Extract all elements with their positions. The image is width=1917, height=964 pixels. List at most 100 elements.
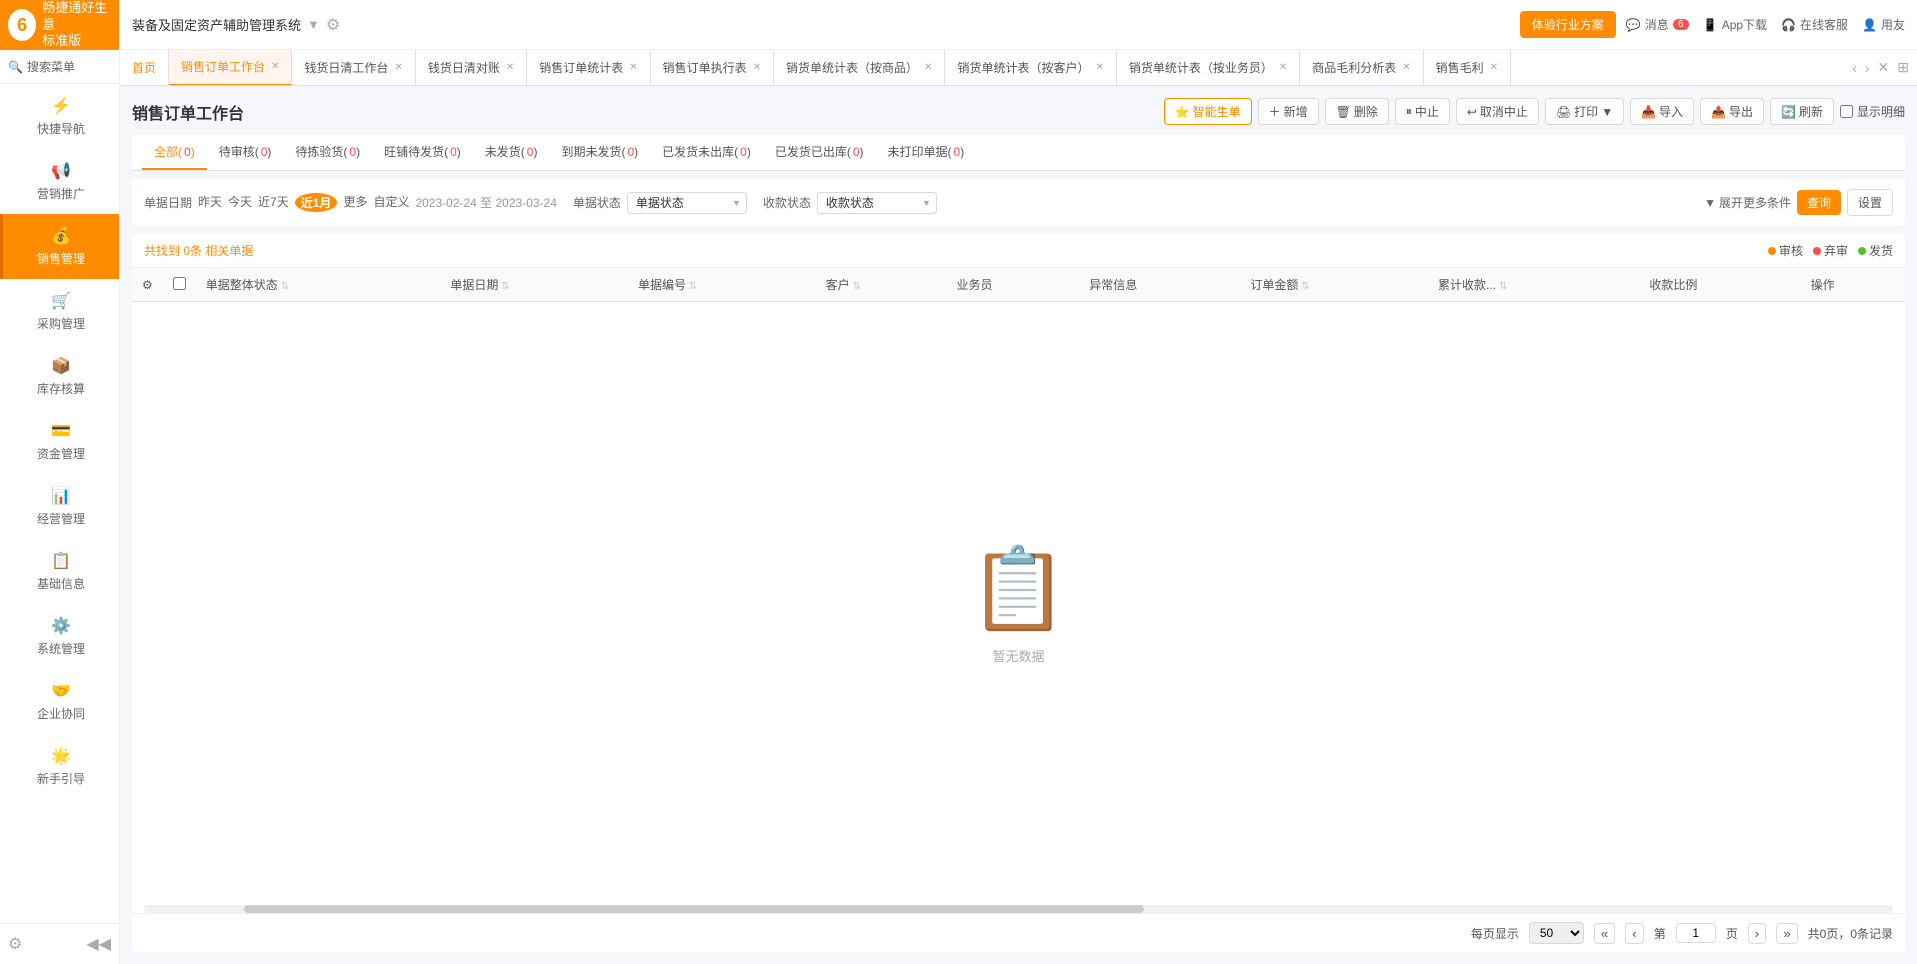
sidebar-item-sales[interactable]: 💰销售管理: [0, 214, 119, 279]
date-option-近7天[interactable]: 近7天: [258, 193, 289, 212]
cancel-pause-button[interactable]: ↩ 取消中止: [1456, 98, 1539, 125]
next-page-button[interactable]: ›: [1748, 923, 1766, 944]
tab-close-sales-workbench[interactable]: ✕: [271, 61, 279, 72]
sidebar-item-inventory[interactable]: 📦库存核算: [0, 344, 119, 409]
date-option-自定义[interactable]: 自定义: [373, 193, 409, 212]
gear-icon[interactable]: ⚙: [326, 15, 340, 35]
date-option-昨天[interactable]: 昨天: [198, 193, 222, 212]
sidebar-item-marketing[interactable]: 📢营销推广: [0, 149, 119, 214]
import-button[interactable]: 📥 导入: [1630, 98, 1694, 125]
expand-button[interactable]: ▼ 展开更多条件: [1704, 194, 1791, 211]
tab-close-sales-profit[interactable]: ✕: [1490, 62, 1498, 73]
tab-expand[interactable]: ⊞: [1893, 59, 1913, 76]
sidebar-item-finance[interactable]: 💳资金管理: [0, 409, 119, 474]
tab-close-cash-reconcile[interactable]: ✕: [506, 62, 514, 73]
tab-sales-goods[interactable]: 销货单统计表（按商品）✕: [774, 50, 945, 86]
show-detail-checkbox[interactable]: 显示明细: [1840, 103, 1905, 120]
tab-close-goods-margin[interactable]: ✕: [1402, 62, 1410, 73]
sidebar-item-basic[interactable]: 📋基础信息: [0, 539, 119, 604]
date-option-近1月[interactable]: 近1月: [295, 193, 338, 212]
sub-tab-shipped-not-out[interactable]: 已发货未出库(0): [650, 135, 763, 170]
star-icon: ⭐: [1175, 105, 1190, 119]
pause-button[interactable]: ⏸ 中止: [1395, 98, 1450, 125]
page-suffix: 页: [1726, 925, 1738, 942]
solution-button[interactable]: 体验行业方案: [1520, 11, 1616, 38]
message-item[interactable]: 💬 消息 6: [1626, 16, 1689, 33]
horizontal-scrollbar[interactable]: [144, 905, 1893, 913]
th-collected[interactable]: 累计收款...: [1428, 268, 1639, 302]
operation-icon: 📊: [51, 486, 71, 506]
th-checkbox[interactable]: [163, 268, 196, 302]
ship-action-btn[interactable]: 发货: [1858, 242, 1893, 259]
tab-close-sales-customer[interactable]: ✕: [1095, 62, 1103, 73]
sidebar-item-purchase[interactable]: 🛒采购管理: [0, 279, 119, 344]
collapse-icon[interactable]: ◀◀: [86, 934, 111, 954]
tab-sales-stat[interactable]: 销售订单统计表✕: [527, 50, 650, 86]
sub-tab-not-shipped[interactable]: 未发货(0): [473, 135, 550, 170]
tab-close-all[interactable]: ✕: [1874, 59, 1894, 76]
tab-sales-exec[interactable]: 销售订单执行表✕: [651, 50, 774, 86]
sub-tab-pending-review[interactable]: 待审核(0): [207, 135, 284, 170]
date-option-今天[interactable]: 今天: [228, 193, 252, 212]
smart-generate-button[interactable]: ⭐ 智能生单: [1164, 98, 1252, 125]
tab-prev-arrow[interactable]: ‹: [1848, 60, 1861, 76]
payment-select[interactable]: 收款状态: [817, 192, 937, 214]
th-date[interactable]: 单据日期: [440, 268, 628, 302]
sidebar-item-system[interactable]: ⚙️系统管理: [0, 604, 119, 669]
sidebar-search[interactable]: 🔍 搜索菜单: [0, 50, 119, 84]
prev-page-button[interactable]: ‹: [1625, 923, 1643, 944]
filter-payment: 收款状态 收款状态: [763, 192, 937, 214]
settings-button[interactable]: 设置: [1847, 189, 1893, 216]
sub-tab-expired-not-shipped[interactable]: 到期未发货(0): [549, 135, 650, 170]
sub-tab-shipped-out[interactable]: 已发货已出库(0): [763, 135, 876, 170]
online-service-item[interactable]: 🎧 在线客服: [1781, 16, 1848, 33]
sidebar-item-guide[interactable]: 🌟新手引导: [0, 734, 119, 799]
sidebar-item-cooperation[interactable]: 🤝企业协同: [0, 669, 119, 734]
sub-tab-not-printed[interactable]: 未打印单据(0): [876, 135, 977, 170]
tab-home[interactable]: 首页: [120, 50, 169, 86]
delete-button[interactable]: 🗑 删除: [1325, 98, 1389, 125]
settings-icon[interactable]: ⚙: [8, 934, 22, 954]
th-status[interactable]: 单据整体状态: [196, 268, 441, 302]
tab-sales-workbench[interactable]: 销售订单工作台✕: [169, 50, 292, 86]
date-option-更多[interactable]: 更多: [343, 193, 367, 212]
tab-sales-staff[interactable]: 销货单统计表（按业务员）✕: [1117, 50, 1300, 86]
add-button[interactable]: ＋ 新增: [1258, 98, 1319, 125]
scrollbar-thumb[interactable]: [244, 905, 1144, 913]
th-exception: 异常信息: [1079, 268, 1240, 302]
tab-close-sales-goods[interactable]: ✕: [924, 62, 932, 73]
tab-close-sales-stat[interactable]: ✕: [629, 62, 637, 73]
sidebar-item-quick-nav[interactable]: ⚡快捷导航: [0, 84, 119, 149]
tab-goods-margin[interactable]: 商品毛利分析表✕: [1300, 50, 1423, 86]
per-page-select[interactable]: 50 10 20 100: [1529, 922, 1584, 944]
first-page-button[interactable]: «: [1594, 923, 1615, 944]
sub-tab-wangpu-pending[interactable]: 旺铺待发货(0): [372, 135, 473, 170]
export-button[interactable]: 📤 导出: [1700, 98, 1764, 125]
page-input[interactable]: [1676, 923, 1716, 943]
th-settings[interactable]: ⚙: [132, 268, 163, 302]
th-customer[interactable]: 客户: [816, 268, 947, 302]
sub-tab-all[interactable]: 全部(0): [142, 135, 207, 170]
sidebar-item-operation[interactable]: 📊经营管理: [0, 474, 119, 539]
last-page-button[interactable]: »: [1776, 923, 1797, 944]
cancel-review-action-btn[interactable]: 弃审: [1813, 242, 1848, 259]
th-amount[interactable]: 订单金额: [1240, 268, 1428, 302]
print-button[interactable]: 🖨 打印 ▼: [1545, 98, 1624, 125]
tab-next-arrow[interactable]: ›: [1861, 60, 1874, 76]
search-icon: 🔍: [8, 60, 23, 74]
th-number[interactable]: 单据编号: [628, 268, 816, 302]
tab-close-sales-staff[interactable]: ✕: [1279, 62, 1287, 73]
tab-sales-profit[interactable]: 销售毛利✕: [1424, 50, 1511, 86]
tab-cash-daily[interactable]: 钱货日清工作台✕: [292, 50, 415, 86]
user-item[interactable]: 👤 用友: [1862, 16, 1905, 33]
status-select[interactable]: 单据状态: [627, 192, 747, 214]
tab-sales-customer[interactable]: 销货单统计表（按客户）✕: [945, 50, 1116, 86]
sub-tab-pending-inspect[interactable]: 待拣验货(0): [283, 135, 372, 170]
refresh-button[interactable]: 🔄 刷新: [1770, 98, 1834, 125]
review-action-btn[interactable]: 审核: [1768, 242, 1803, 259]
query-button[interactable]: 查询: [1797, 190, 1841, 215]
tab-close-cash-daily[interactable]: ✕: [394, 62, 402, 73]
tab-close-sales-exec[interactable]: ✕: [753, 62, 761, 73]
tab-cash-reconcile[interactable]: 钱货日清对账✕: [416, 50, 527, 86]
app-download-item[interactable]: 📱 App下载: [1703, 16, 1767, 33]
